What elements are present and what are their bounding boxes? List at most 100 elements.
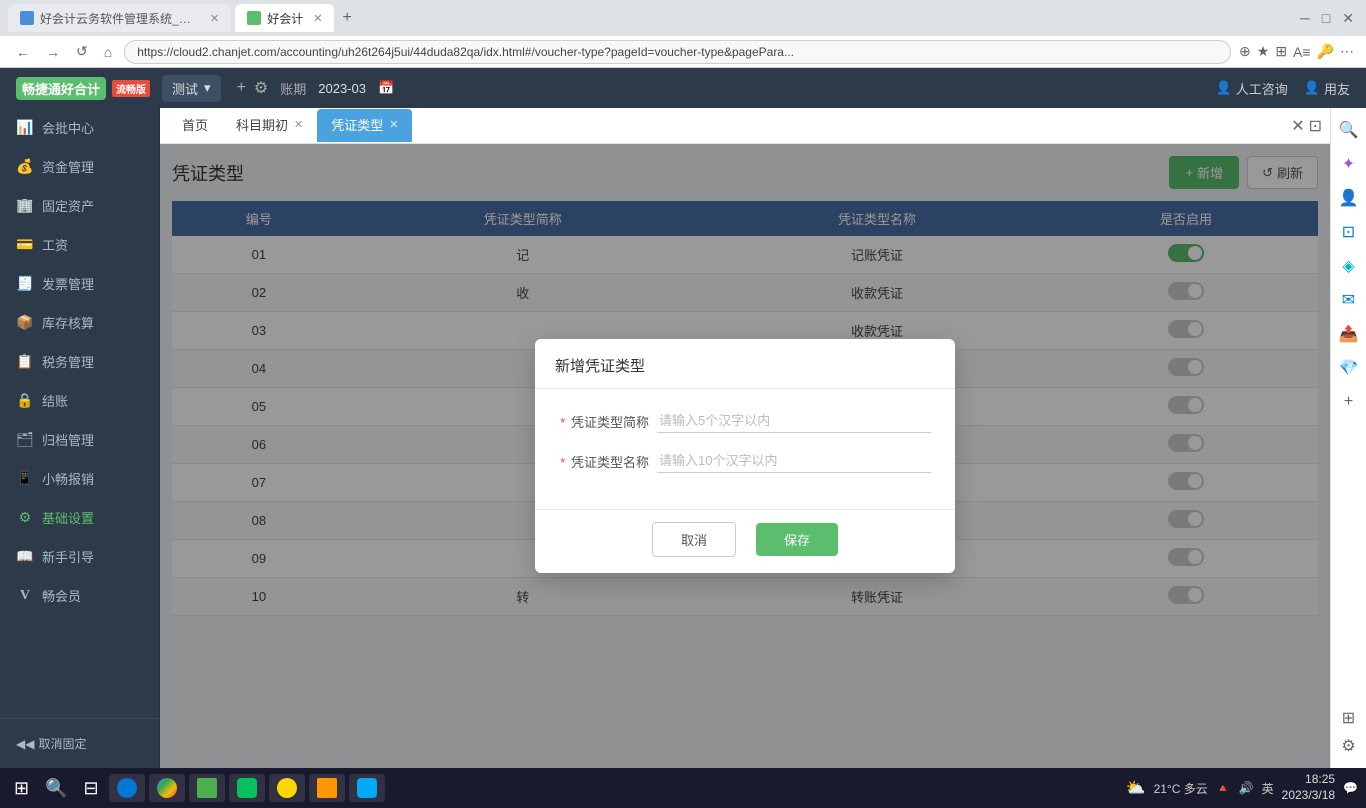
collections-icon[interactable]: ⊞ <box>1275 43 1287 60</box>
sidebar-item-inventory[interactable]: 📦 库存核算 <box>0 303 159 342</box>
sidebar-item-member[interactable]: V 畅会员 <box>0 576 159 615</box>
browser-tab-1[interactable]: 好会计云务软件管理系统_会计 ✕ <box>8 4 231 32</box>
tab-subject-close[interactable]: ✕ <box>294 118 303 131</box>
home-button[interactable]: ⌂ <box>100 42 116 62</box>
workspace-selector[interactable]: 测试 ▾ <box>162 75 221 102</box>
save-button[interactable]: 保存 <box>756 523 838 556</box>
tab-home[interactable]: 首页 <box>168 109 222 142</box>
header-right: 👤 人工咨询 👤 用友 <box>1216 79 1350 98</box>
edge-icon <box>357 778 377 798</box>
abbr-label: * 凭证类型简称 <box>559 412 649 431</box>
sidebar-label-invoice: 发票管理 <box>42 274 94 293</box>
taskbar-app-chrome[interactable] <box>149 774 185 802</box>
tabs-expand-button[interactable]: ⊡ <box>1309 116 1322 136</box>
rs-gem-icon[interactable]: 💎 <box>1335 354 1363 382</box>
taskbar-app-browser[interactable] <box>109 774 145 802</box>
sidebar-item-archive[interactable]: 🗂 归档管理 <box>0 420 159 459</box>
period-value: 2023-03 <box>318 81 366 96</box>
taskbar-app-folder[interactable] <box>309 774 345 802</box>
weather-icon: ⛅ <box>1126 778 1146 798</box>
refresh-button[interactable]: ↺ <box>72 41 92 62</box>
address-input[interactable] <box>124 40 1231 64</box>
tab-2-title: 好会计 <box>267 10 303 27</box>
rs-mail-icon[interactable]: ✉ <box>1335 286 1363 314</box>
taskbar-app-green[interactable] <box>189 774 225 802</box>
start-button[interactable]: ⊞ <box>8 774 35 803</box>
search-button[interactable]: 🔍 <box>39 774 73 803</box>
taskbar-app-edge[interactable] <box>349 774 385 802</box>
new-tab-button[interactable]: + <box>338 9 355 27</box>
cancel-pin-button[interactable]: ◀◀ 取消固定 <box>0 727 159 760</box>
address-bar-icons: ⊕ ★ ⊞ A≡ 🔑 ⋯ <box>1239 43 1354 60</box>
rs-search-icon[interactable]: 🔍 <box>1335 116 1363 144</box>
immersive-reader-icon[interactable]: A≡ <box>1293 44 1311 60</box>
maximize-button[interactable]: □ <box>1318 8 1334 28</box>
rs-ai-icon[interactable]: ✦ <box>1335 150 1363 178</box>
sidebar-label-guide: 新手引导 <box>42 547 94 566</box>
sidebar-item-salary[interactable]: 💳 工资 <box>0 225 159 264</box>
notification-icon[interactable]: 💬 <box>1343 781 1358 795</box>
extensions-icon[interactable]: ⊕ <box>1239 43 1251 60</box>
rs-grid-icon[interactable]: ⊞ <box>1335 704 1363 732</box>
consult-button[interactable]: 👤 人工咨询 <box>1216 79 1288 98</box>
sidebar-item-guide[interactable]: 📖 新手引导 <box>0 537 159 576</box>
sidebar-item-settings[interactable]: ⚙ 基础设置 <box>0 498 159 537</box>
browser-app-icon <box>117 778 137 798</box>
sidebar-label-expense: 小畅报销 <box>42 469 94 488</box>
user-button[interactable]: 👤 用友 <box>1304 79 1350 98</box>
lang-indicator: 英 <box>1262 780 1274 797</box>
app-logo: 畅捷通好合计 流畅版 <box>16 77 150 100</box>
rs-outlook-icon[interactable]: ⊡ <box>1335 218 1363 246</box>
rs-user-icon[interactable]: 👤 <box>1335 184 1363 212</box>
calendar-icon[interactable]: 📅 <box>378 80 394 96</box>
tab-1-close[interactable]: ✕ <box>210 12 219 25</box>
sidebar-item-close[interactable]: 🔒 结账 <box>0 381 159 420</box>
modal-footer: 取消 保存 <box>535 509 955 573</box>
bookmark-icon[interactable]: ★ <box>1257 43 1270 60</box>
rs-chart-icon[interactable]: ◈ <box>1335 252 1363 280</box>
taskbar-app-store[interactable] <box>269 774 305 802</box>
browser-chrome: 好会计云务软件管理系统_会计 ✕ 好会计 ✕ + ─ □ ✕ <box>0 0 1366 36</box>
sidebar-item-finance[interactable]: 💰 资金管理 <box>0 147 159 186</box>
cancel-button[interactable]: 取消 <box>652 522 736 557</box>
taskbar-app-wechat[interactable] <box>229 774 265 802</box>
tab-2-close[interactable]: ✕ <box>313 12 322 25</box>
settings-button[interactable]: ⚙ <box>254 78 268 98</box>
sidebar-label-settings: 基础设置 <box>42 508 94 527</box>
settings-icon[interactable]: ⋯ <box>1340 43 1354 60</box>
sidebar-item-fixed[interactable]: 🏢 固定资产 <box>0 186 159 225</box>
sidebar-item-expense[interactable]: 📱 小畅报销 <box>0 459 159 498</box>
rs-share-icon[interactable]: 📤 <box>1335 320 1363 348</box>
abbr-input[interactable] <box>657 409 931 433</box>
rs-add-icon[interactable]: + <box>1335 388 1363 416</box>
tabs-right-controls: ✕ ⊡ <box>1291 116 1322 136</box>
rs-settings-icon[interactable]: ⚙ <box>1335 732 1363 760</box>
wechat-icon <box>237 778 257 798</box>
forward-button[interactable]: → <box>42 42 64 62</box>
sidebar-item-dashboard[interactable]: 📊 会批中心 <box>0 108 159 147</box>
minimize-button[interactable]: ─ <box>1296 8 1314 28</box>
favorites-icon[interactable]: 🔑 <box>1317 43 1334 60</box>
volume-icon: 🔊 <box>1239 781 1254 795</box>
tab-voucher-type[interactable]: 凭证类型 ✕ <box>317 109 412 142</box>
tab-voucher-close[interactable]: ✕ <box>389 118 398 131</box>
sidebar-item-tax[interactable]: 📋 税务管理 <box>0 342 159 381</box>
finance-icon: 💰 <box>16 158 34 176</box>
tab-subject[interactable]: 科目期初 ✕ <box>222 109 317 142</box>
sidebar: 📊 会批中心 💰 资金管理 🏢 固定资产 💳 工资 🧾 发票管理 📦 库 <box>0 108 160 768</box>
back-button[interactable]: ← <box>12 42 34 62</box>
abbr-form-row: * 凭证类型简称 <box>559 409 931 433</box>
salary-icon: 💳 <box>16 236 34 254</box>
add-workspace-button[interactable]: + <box>237 79 246 97</box>
workspace-name: 测试 <box>172 79 198 98</box>
header-action-buttons: + ⚙ <box>237 78 269 98</box>
task-view-button[interactable]: ⊟ <box>78 774 105 803</box>
sidebar-item-invoice[interactable]: 🧾 发票管理 <box>0 264 159 303</box>
close-icon: 🔒 <box>16 392 34 410</box>
browser-tab-2[interactable]: 好会计 ✕ <box>235 4 334 32</box>
tabs-collapse-button[interactable]: ✕ <box>1291 116 1304 136</box>
close-browser-button[interactable]: ✕ <box>1338 8 1358 29</box>
name-input[interactable] <box>657 449 931 473</box>
dashboard-icon: 📊 <box>16 119 34 137</box>
taskbar-clock[interactable]: 18:25 2023/3/18 <box>1282 772 1335 803</box>
